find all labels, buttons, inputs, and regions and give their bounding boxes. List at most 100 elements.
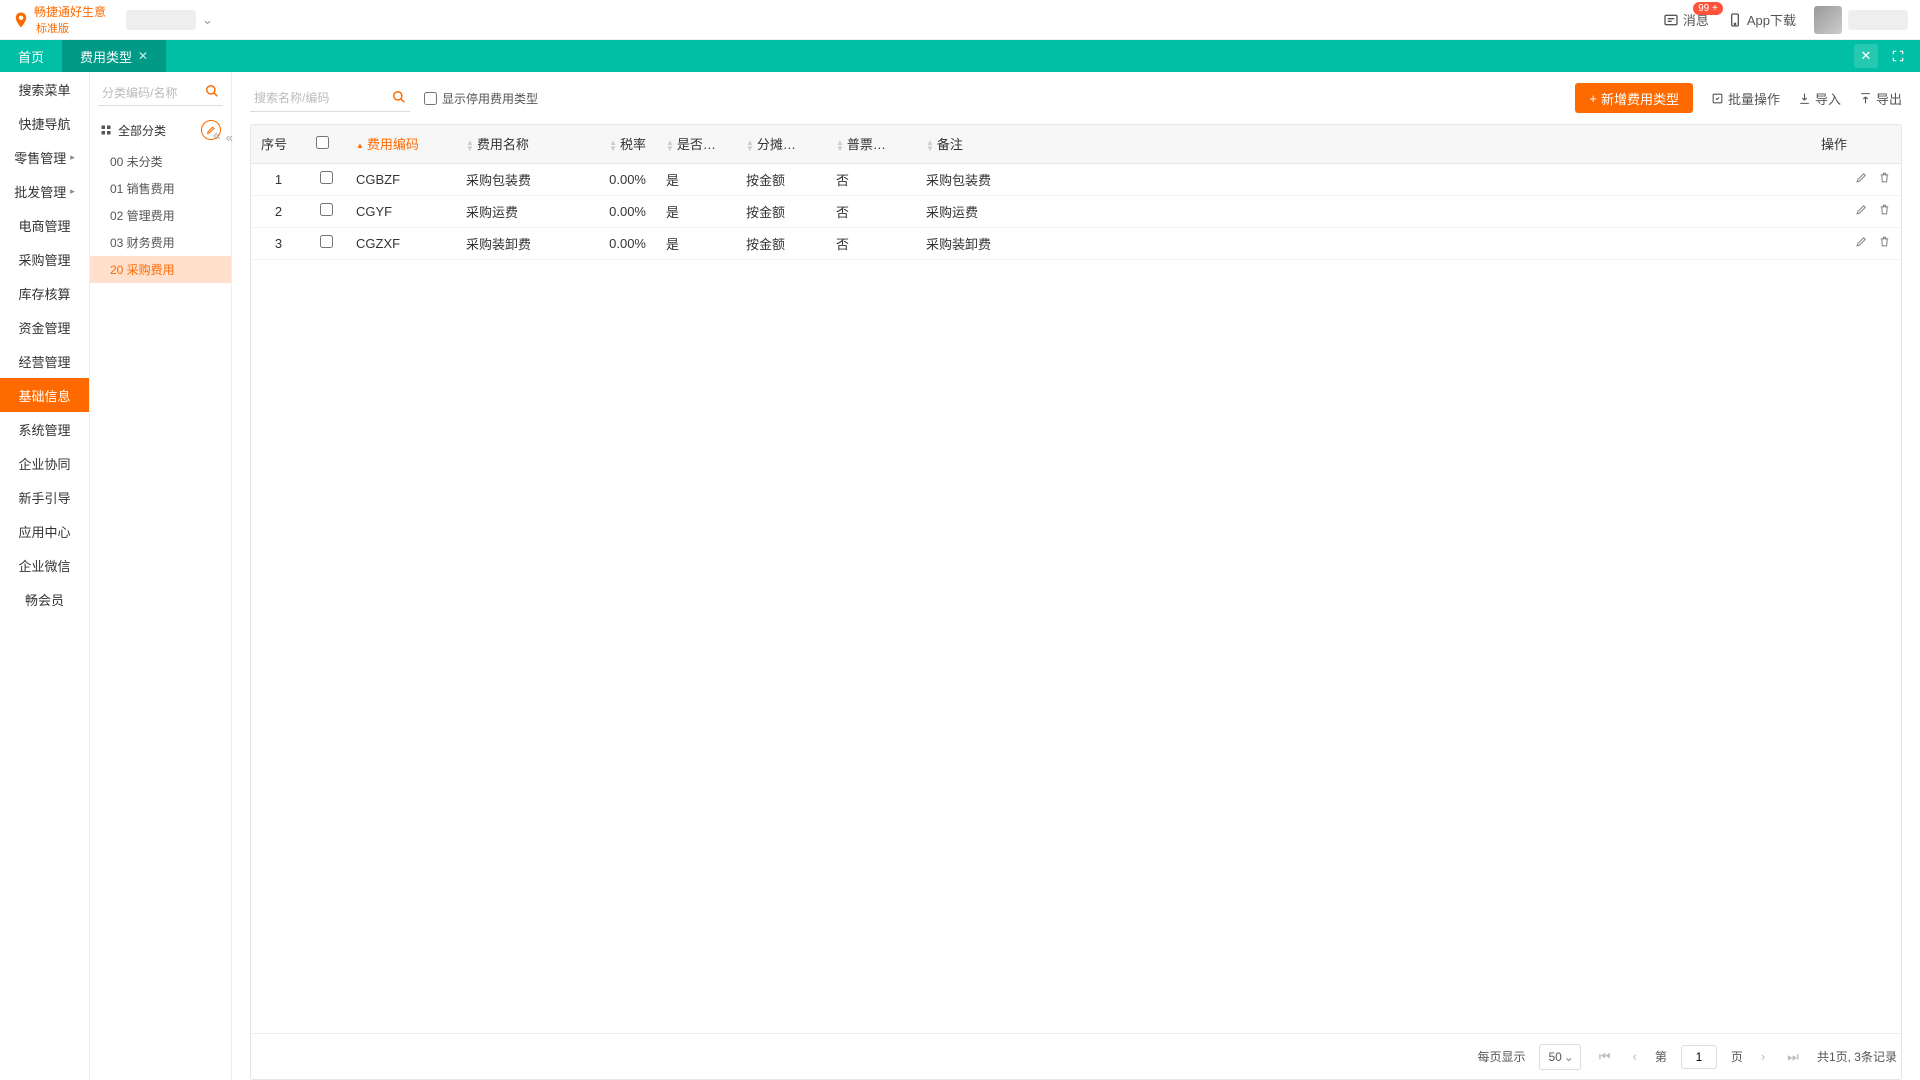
row-checkbox[interactable] [320,171,333,184]
table-wrap: 序号 ▲费用编码 ▲▼费用名称 ▲▼税率 ▲▼是否… ▲▼分摊… ▲▼普票… ▲… [250,124,1902,1080]
page-size-select[interactable]: 50 [1539,1044,1580,1070]
tab-home[interactable]: 首页 [0,40,62,72]
fullscreen-button[interactable] [1886,44,1910,68]
page-summary: 共1页, 3条记录 [1817,1048,1897,1065]
show-disabled-input[interactable] [424,92,437,105]
col-name[interactable]: ▲▼费用名称 [456,125,586,163]
edit-button[interactable] [1855,171,1868,187]
col-code[interactable]: ▲费用编码 [346,125,456,163]
col-seq[interactable]: 序号 [251,125,306,163]
org-selector[interactable]: ⌄ [126,10,213,30]
tree-item[interactable]: 03 财务费用 [90,229,231,256]
show-disabled-label: 显示停用费用类型 [442,90,538,107]
tab-expense-type[interactable]: 费用类型 ✕ [62,40,166,72]
nav-item-label: 经营管理 [18,352,70,371]
messages-button[interactable]: 消息 99 + [1663,10,1709,29]
nav-item-label: 资金管理 [18,318,70,337]
nav-item-label: 基础信息 [18,386,70,405]
nav-item[interactable]: 零售管理▸ [0,140,89,174]
data-table: 序号 ▲费用编码 ▲▼费用名称 ▲▼税率 ▲▼是否… ▲▼分摊… ▲▼普票… ▲… [251,125,1901,260]
cell-alloc: 按金额 [736,163,826,195]
cell-name: 采购运费 [456,195,586,227]
batch-button[interactable]: 批量操作 [1711,89,1780,108]
tree-list: 00 未分类01 销售费用02 管理费用03 财务费用20 采购费用 [90,146,231,285]
delete-button[interactable] [1878,235,1891,251]
content-search [250,84,410,112]
export-icon [1859,92,1872,105]
fullscreen-icon [1891,49,1905,63]
nav-item-label: 快捷导航 [18,114,70,133]
trash-icon [1878,203,1891,216]
col-isflag[interactable]: ▲▼是否… [656,125,736,163]
tree-item[interactable]: 20 采购费用 [90,256,231,283]
col-alloc[interactable]: ▲▼分摊… [736,125,826,163]
col-tax[interactable]: ▲▼税率 [586,125,656,163]
select-all-checkbox[interactable] [316,136,329,149]
nav-item[interactable]: 应用中心 [0,514,89,548]
cell-code: CGYF [346,195,456,227]
show-disabled-checkbox[interactable]: 显示停用费用类型 [424,90,538,107]
nav-item[interactable]: 搜索菜单 [0,72,89,106]
delete-button[interactable] [1878,171,1891,187]
tree-all-label[interactable]: 全部分类 [118,122,166,139]
page-prev-button[interactable]: ‹ [1629,1049,1641,1064]
content-search-input[interactable] [250,84,410,112]
cell-alloc: 按金额 [736,195,826,227]
nav-item[interactable]: 批发管理▸ [0,174,89,208]
delete-button[interactable] [1878,203,1891,219]
tab-expense-type-label: 费用类型 [80,47,132,66]
edit-button[interactable] [1855,235,1868,251]
row-checkbox[interactable] [320,203,333,216]
tab-close-all-button[interactable]: ✕ [1854,44,1878,68]
col-ticket[interactable]: ▲▼普票… [826,125,916,163]
nav-item[interactable]: 企业微信 [0,548,89,582]
add-button[interactable]: + 新增费用类型 [1575,83,1693,113]
nav-item[interactable]: 基础信息 [0,378,89,412]
cell-ticket: 否 [826,195,916,227]
nav-item[interactable]: 库存核算 [0,276,89,310]
nav-item[interactable]: 新手引导 [0,480,89,514]
cell-checkbox [306,227,346,259]
row-checkbox[interactable] [320,235,333,248]
nav-item-label: 企业微信 [18,556,70,575]
nav-item[interactable]: 经营管理 [0,344,89,378]
nav-item-label: 新手引导 [18,488,70,507]
nav-item[interactable]: 企业协同 [0,446,89,480]
export-label: 导出 [1876,89,1902,108]
page-next-button[interactable]: › [1757,1049,1769,1064]
page-input[interactable] [1681,1045,1717,1069]
page-first-button[interactable]: ⏮ [1595,1049,1615,1065]
import-button[interactable]: 导入 [1798,89,1841,108]
col-checkbox[interactable] [306,125,346,163]
export-button[interactable]: 导出 [1859,89,1902,108]
table-row: 1 CGBZF 采购包装费 0.00% 是 按金额 否 采购包装费 [251,163,1901,195]
cell-seq: 1 [251,163,306,195]
search-icon[interactable] [205,84,219,101]
search-icon[interactable] [392,90,406,107]
page-prefix: 第 [1655,1048,1667,1065]
close-icon[interactable]: ✕ [138,49,148,63]
collapse-tree-button[interactable]: « [210,130,233,145]
nav-item[interactable]: 快捷导航 [0,106,89,140]
table-row: 3 CGZXF 采购装卸费 0.00% 是 按金额 否 采购装卸费 [251,227,1901,259]
nav-item-label: 采购管理 [18,250,70,269]
page-last-button[interactable]: ⏭ [1783,1049,1803,1065]
edit-button[interactable] [1855,203,1868,219]
nav-item[interactable]: 畅会员 [0,582,89,616]
chevron-left-icon [210,130,222,142]
main: 搜索菜单快捷导航零售管理▸批发管理▸电商管理采购管理库存核算资金管理经营管理基础… [0,72,1920,1080]
org-placeholder [126,10,196,30]
nav-item[interactable]: 系统管理 [0,412,89,446]
col-remark[interactable]: ▲▼备注 [916,125,1811,163]
nav-item[interactable]: 资金管理 [0,310,89,344]
per-page-label: 每页显示 [1477,1048,1525,1065]
nav-item[interactable]: 电商管理 [0,208,89,242]
tree-item[interactable]: 00 未分类 [90,148,231,175]
nav-item-label: 应用中心 [18,522,70,541]
app-download-button[interactable]: App下载 [1727,10,1796,29]
pencil-icon [1855,171,1868,184]
user-area[interactable] [1814,6,1908,34]
tree-item[interactable]: 02 管理费用 [90,202,231,229]
tree-item[interactable]: 01 销售费用 [90,175,231,202]
nav-item[interactable]: 采购管理 [0,242,89,276]
